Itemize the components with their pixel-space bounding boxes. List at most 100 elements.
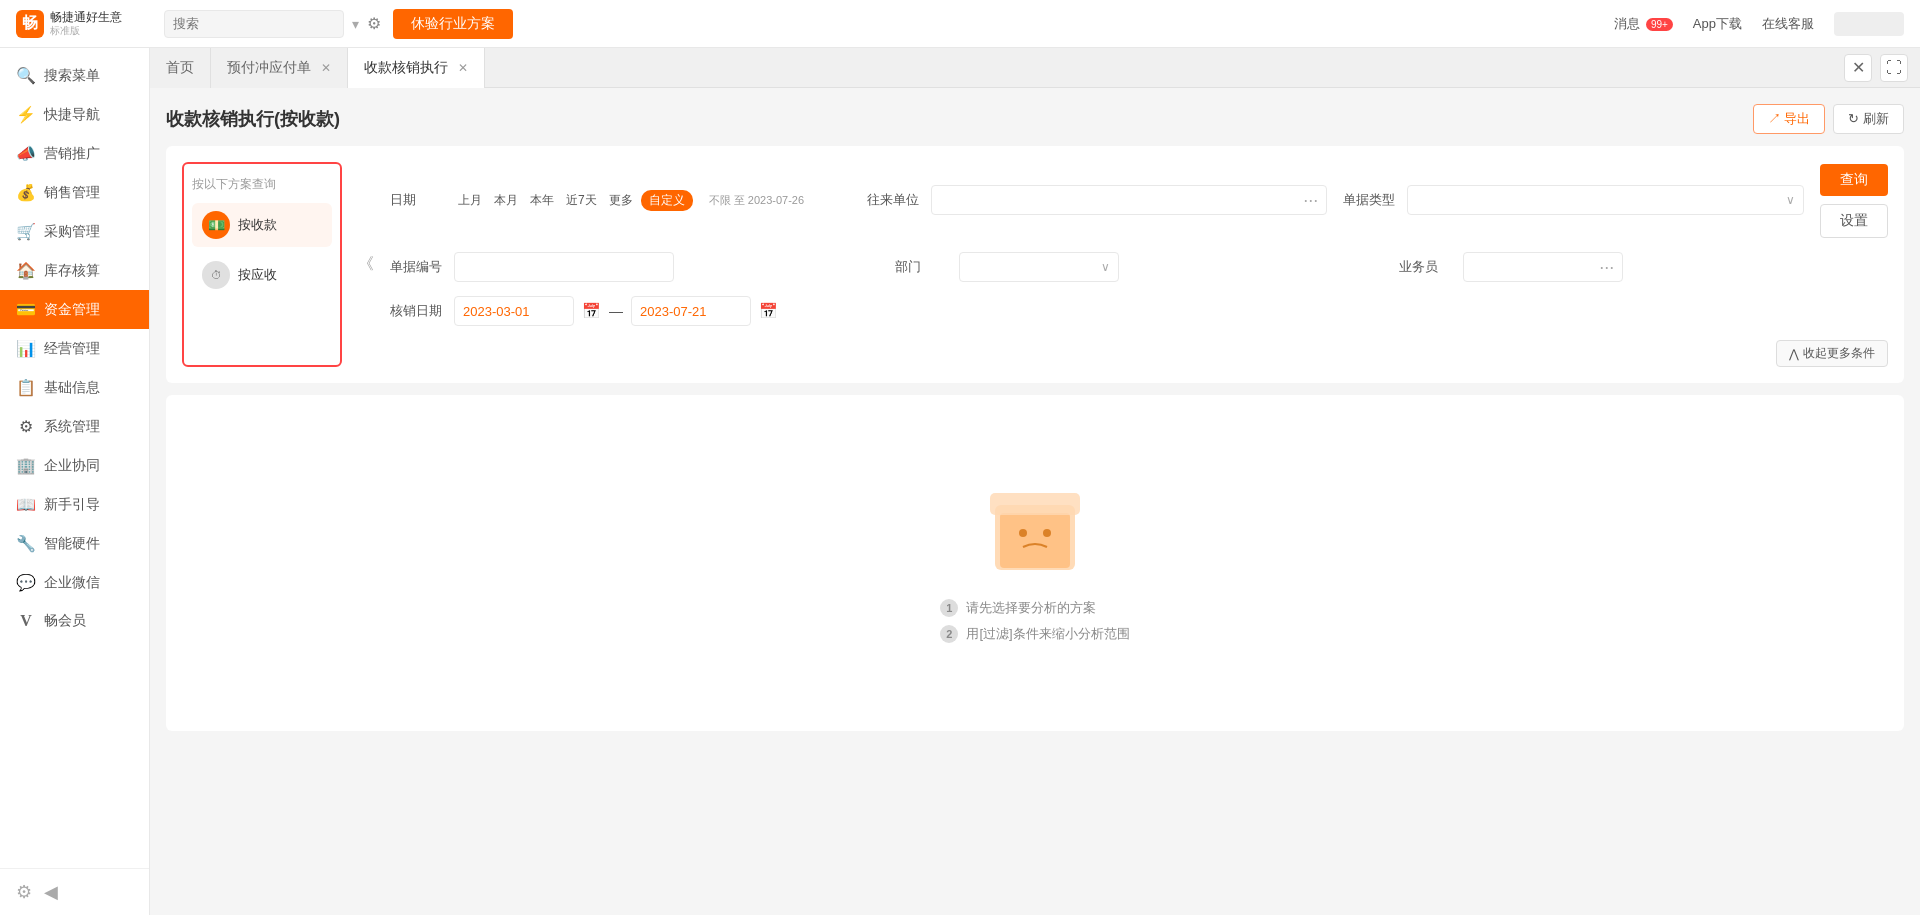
salesperson-dots[interactable]: ··· [1599, 257, 1614, 278]
settings-bottom-icon[interactable]: ⚙ [16, 881, 32, 903]
logo-icon: 畅 [16, 10, 44, 38]
settings-button[interactable]: 设置 [1820, 204, 1888, 238]
sidebar-item-finance[interactable]: 💳 资金管理 [0, 290, 149, 329]
hint-2-text: 用[过滤]条件来缩小分析范围 [966, 625, 1129, 643]
main: 首页 预付冲应付单 ✕ 收款核销执行 ✕ ✕ ⛶ [150, 48, 1920, 915]
tab-prepay[interactable]: 预付冲应付单 ✕ [211, 48, 348, 88]
export-button[interactable]: ↗ 导出 [1753, 104, 1826, 134]
filter-row-2: 单据编号 部门 ∨ 业务员 [390, 252, 1888, 282]
sidebar-item-enterprise[interactable]: 🏢 企业协同 [0, 446, 149, 485]
sidebar-item-hardware[interactable]: 🔧 智能硬件 [0, 524, 149, 563]
sidebar-item-label: 资金管理 [44, 301, 100, 319]
filter-dept-select[interactable]: ∨ [959, 252, 1119, 282]
date-separator: — [609, 303, 623, 319]
collapse-conditions-btn[interactable]: ⋀ 收起更多条件 [1776, 340, 1888, 367]
sidebar-item-operation[interactable]: 📊 经营管理 [0, 329, 149, 368]
dept-chevron[interactable]: ∨ [1101, 260, 1110, 274]
finance-icon: 💳 [16, 300, 36, 319]
filter-docno-input[interactable] [454, 252, 674, 282]
filter-option-receipt-label: 按收款 [238, 216, 277, 234]
sidebar-item-system[interactable]: ⚙ 系统管理 [0, 407, 149, 446]
filter-row-3: 核销日期 📅 — 📅 [390, 296, 1888, 326]
sidebar-item-label: 搜索菜单 [44, 67, 100, 85]
filter-collapse-arrow[interactable]: 《 [354, 162, 378, 367]
sidebar-item-label: 企业协同 [44, 457, 100, 475]
page-title: 收款核销执行(按收款) [166, 107, 340, 131]
date-shortcut-this-month[interactable]: 本月 [490, 190, 522, 211]
search-input[interactable] [164, 10, 344, 38]
cal-start-icon[interactable]: 📅 [582, 302, 601, 320]
sidebar-item-search-menu[interactable]: 🔍 搜索菜单 [0, 56, 149, 95]
sidebar-item-label: 快捷导航 [44, 106, 100, 124]
collapse-icon: ⋀ [1789, 347, 1799, 361]
tab-receivable-close[interactable]: ✕ [458, 61, 468, 75]
date-shortcut-more[interactable]: 更多 [605, 190, 637, 211]
tab-actions: ✕ ⛶ [1844, 54, 1920, 82]
page-header: 收款核销执行(按收款) ↗ 导出 ↻ 刷新 [166, 104, 1904, 134]
filter-date-label: 日期 [390, 191, 446, 209]
collapse-sidebar-icon[interactable]: ◀ [44, 881, 58, 903]
verify-date-end[interactable] [631, 296, 751, 326]
sidebar-item-quick-nav[interactable]: ⚡ 快捷导航 [0, 95, 149, 134]
filter-salesperson-group: 业务员 ··· [1399, 252, 1888, 282]
filter-counterpart-select[interactable]: ··· [931, 185, 1328, 215]
tab-prepay-label: 预付冲应付单 [227, 59, 311, 77]
close-all-tab-btn[interactable]: ✕ [1844, 54, 1872, 82]
filter-option-receipt[interactable]: 💵 按收款 [192, 203, 332, 247]
sidebar-item-wechat[interactable]: 💬 企业微信 [0, 563, 149, 602]
filter-verifydate-label: 核销日期 [390, 302, 446, 320]
empty-hint-1: 1 请先选择要分析的方案 [940, 599, 1129, 617]
filter-option-receivable[interactable]: ⏱ 按应收 [192, 253, 332, 297]
filter-salesperson-select[interactable]: ··· [1463, 252, 1623, 282]
sidebar-item-label: 经营管理 [44, 340, 100, 358]
sidebar-item-guide[interactable]: 📖 新手引导 [0, 485, 149, 524]
verify-date-start[interactable] [454, 296, 574, 326]
date-custom-btn[interactable]: 自定义 [641, 190, 693, 211]
refresh-button[interactable]: ↻ 刷新 [1833, 104, 1904, 134]
expand-tab-btn[interactable]: ⛶ [1880, 54, 1908, 82]
cal-end-icon[interactable]: 📅 [759, 302, 778, 320]
page-actions: ↗ 导出 ↻ 刷新 [1753, 104, 1904, 134]
sidebar-item-marketing[interactable]: 📣 营销推广 [0, 134, 149, 173]
chevron-down-icon[interactable]: ▾ [352, 16, 359, 32]
enterprise-icon: 🏢 [16, 456, 36, 475]
app-download-link[interactable]: App下载 [1693, 15, 1742, 33]
sidebar-item-inventory[interactable]: 🏠 库存核算 [0, 251, 149, 290]
online-service-link[interactable]: 在线客服 [1762, 15, 1814, 33]
sidebar-item-vip[interactable]: V 畅会员 [0, 602, 149, 640]
date-shortcut-this-year[interactable]: 本年 [526, 190, 558, 211]
sidebar-bottom: ⚙ ◀ [0, 868, 149, 915]
tab-prepay-close[interactable]: ✕ [321, 61, 331, 75]
tab-receivable[interactable]: 收款核销执行 ✕ [348, 48, 485, 88]
filter-verify-date-range: 📅 — 📅 [454, 296, 1888, 326]
date-shortcut-7days[interactable]: 近7天 [562, 190, 601, 211]
sidebar-item-basic-info[interactable]: 📋 基础信息 [0, 368, 149, 407]
svg-point-3 [1019, 529, 1027, 537]
sidebar-item-purchase[interactable]: 🛒 采购管理 [0, 212, 149, 251]
doctype-chevron[interactable]: ∨ [1786, 193, 1795, 207]
filter-counterpart-label: 往来单位 [867, 191, 923, 209]
operation-icon: 📊 [16, 339, 36, 358]
date-shortcut-last-month[interactable]: 上月 [454, 190, 486, 211]
counterpart-dots[interactable]: ··· [1303, 190, 1318, 211]
page-content: 收款核销执行(按收款) ↗ 导出 ↻ 刷新 按以下方案查询 [150, 88, 1920, 915]
filter-dept-label: 部门 [895, 258, 951, 276]
industry-btn[interactable]: 休验行业方案 [393, 9, 513, 39]
sidebar-item-sales[interactable]: 💰 销售管理 [0, 173, 149, 212]
date-shortcuts: 上月 本月 本年 近7天 更多 自定义 [454, 190, 693, 211]
message-badge: 99+ [1646, 18, 1673, 31]
sidebar-item-label: 企业微信 [44, 574, 100, 592]
user-avatar[interactable] [1834, 12, 1904, 36]
query-button[interactable]: 查询 [1820, 164, 1888, 196]
tab-home[interactable]: 首页 [150, 48, 211, 88]
refresh-label: 刷新 [1863, 111, 1889, 126]
svg-rect-2 [990, 493, 1080, 515]
filter-form: 日期 上月 本月 本年 近7天 更多 自定义 不限 至 2023-07-26 [390, 162, 1888, 367]
message-link[interactable]: 消息 99+ [1614, 15, 1673, 33]
filter-verifydate-group: 核销日期 📅 — 📅 [390, 296, 1888, 326]
empty-hints: 1 请先选择要分析的方案 2 用[过滤]条件来缩小分析范围 [940, 599, 1129, 651]
tab-receivable-label: 收款核销执行 [364, 59, 448, 77]
settings-icon[interactable]: ⚙ [367, 14, 381, 33]
filter-row-1: 日期 上月 本月 本年 近7天 更多 自定义 不限 至 2023-07-26 [390, 162, 1888, 238]
filter-doctype-select[interactable]: ∨ [1407, 185, 1804, 215]
